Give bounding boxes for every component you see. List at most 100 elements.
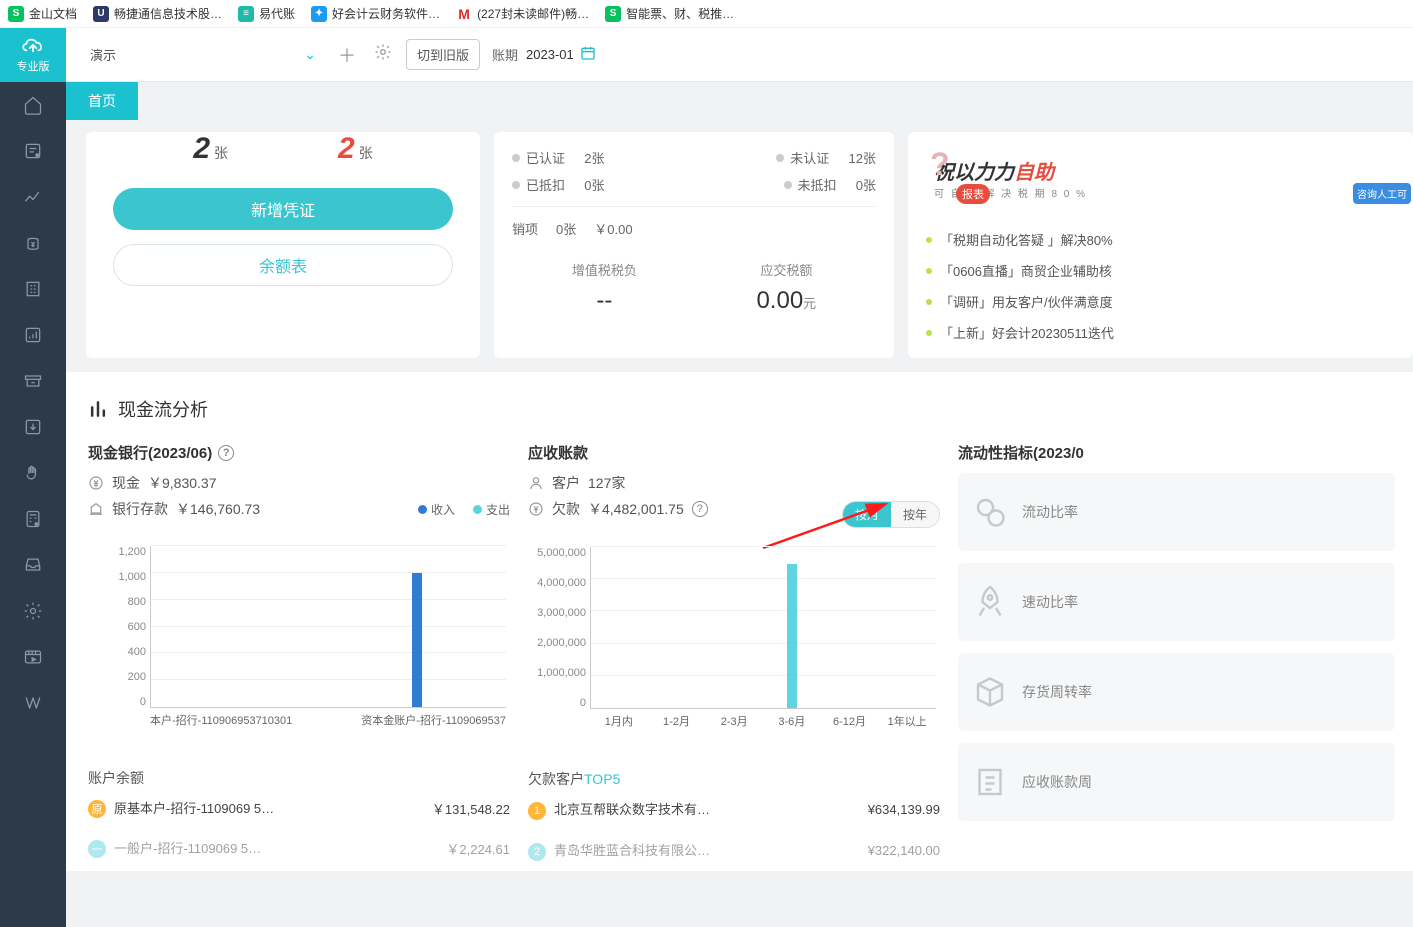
bookmark-item[interactable]: ≡ 易代账 <box>238 5 295 22</box>
news-item[interactable]: 「0606直播」商贸企业辅助核 <box>926 255 1413 286</box>
period-toggle: 按月 按年 <box>842 501 940 528</box>
bookmark-label: 易代账 <box>259 5 295 22</box>
bookmark-item[interactable]: S金山文档 <box>8 5 77 22</box>
y-axis-labels: 1,2001,0008006004002000 <box>88 546 146 708</box>
sidebar-settings[interactable] <box>0 588 66 634</box>
metric-ar-turnover[interactable]: 应收账款周 <box>958 743 1395 821</box>
badge-reports: 报表 <box>956 184 990 204</box>
sidebar-hand[interactable] <box>0 450 66 496</box>
rank-badge: 原 <box>88 800 106 818</box>
bookmark-item[interactable]: U畅捷通信息技术股… <box>93 5 222 22</box>
sidebar-home[interactable] <box>0 82 66 128</box>
rank-badge: 2 <box>528 843 546 861</box>
sidebar-calc[interactable] <box>0 496 66 542</box>
divider <box>512 206 876 207</box>
tax-card: 已认证 2张 未认证 12张 已抵扣 0张 未抵扣 0张 销项 0张 ￥0.00… <box>494 132 894 358</box>
bookmark-icon: S <box>8 6 24 22</box>
news-banner[interactable]: ? 祝以力力自助 可 自 主 解 决 税 期 8 0 % 报表 咨询人工可 <box>926 142 1413 214</box>
account-value: ￥2,224.61 <box>446 839 510 858</box>
bookmark-label: (227封未读邮件)畅… <box>477 5 589 22</box>
box-icon <box>972 674 1008 710</box>
bookmark-icon: ≡ <box>238 6 254 22</box>
calendar-icon[interactable] <box>580 45 596 64</box>
top5-title: 欠款客户TOP5 <box>528 769 940 789</box>
sidebar-report[interactable] <box>0 312 66 358</box>
bookmark-item[interactable]: ✦ 好会计云财务软件… <box>311 5 440 22</box>
x-axis-labels: 1月内1-2月2-3月3-6月6-12月1年以上 <box>590 713 936 729</box>
undeducted-value: 0张 <box>856 175 876 194</box>
add-voucher-button[interactable]: 新增凭证 <box>113 188 453 230</box>
top5-value: ¥322,140.00 <box>868 843 940 858</box>
bookmark-icon: ✦ <box>311 6 327 22</box>
cashbank-chart: 1,2001,0008006004002000 本户-招行-1109069537… <box>88 546 510 746</box>
top5-name: 青岛华胜蓝合科技有限公… <box>554 843 710 858</box>
gear-icon[interactable] <box>374 43 392 66</box>
dot-icon <box>512 181 520 189</box>
top5-name: 北京互帮联众数字技术有… <box>554 802 710 817</box>
deducted-label: 已抵扣 <box>526 175 565 194</box>
metric-inventory-turnover[interactable]: 存货周转率 <box>958 653 1395 731</box>
sidebar-archive[interactable] <box>0 358 66 404</box>
debt-icon <box>528 501 544 517</box>
ar-panel: 应收账款 客户 127家 欠款 ￥4,482,001.75 ? 按月 按年 <box>528 436 958 871</box>
dot-icon <box>512 154 520 162</box>
news-item[interactable]: 「税期自动化答疑 」解决80% <box>926 224 1413 255</box>
metric-quick-ratio[interactable]: 速动比率 <box>958 563 1395 641</box>
vat-value: -- <box>572 287 637 315</box>
toggle-month[interactable]: 按月 <box>843 502 891 527</box>
top5-row[interactable]: 2 青岛华胜蓝合科技有限公… ¥322,140.00 <box>528 830 940 871</box>
help-icon[interactable]: ? <box>692 501 708 517</box>
top5-value: ¥634,139.99 <box>868 802 940 817</box>
top5-row[interactable]: 1 北京互帮联众数字技术有… ¥634,139.99 <box>528 789 940 830</box>
account-row[interactable]: 原原基本户-招行-1109069 5… ￥131,548.22 <box>88 788 510 828</box>
sidebar-building[interactable] <box>0 266 66 312</box>
sidebar-money[interactable] <box>0 220 66 266</box>
bookmark-item[interactable]: S智能票、财、税推… <box>605 5 734 22</box>
sales-label: 销项 <box>512 219 538 238</box>
liquidity-title: 流动性指标(2023/0 <box>958 442 1395 463</box>
sidebar-inbox[interactable] <box>0 542 66 588</box>
undeducted-label: 未抵扣 <box>798 175 837 194</box>
toggle-year[interactable]: 按年 <box>891 502 939 527</box>
sales-amount: ￥0.00 <box>594 219 632 238</box>
sidebar <box>0 82 66 927</box>
logo-text: 专业版 <box>17 58 50 74</box>
balance-sheet-button[interactable]: 余额表 <box>113 244 453 286</box>
news-item[interactable]: 「调研」用友客户/伙伴满意度 <box>926 286 1413 317</box>
bank-value: ￥146,760.73 <box>176 499 260 519</box>
metric-label: 速动比率 <box>1022 592 1078 612</box>
sidebar-voucher[interactable] <box>0 128 66 174</box>
question-icon: ? <box>930 146 950 183</box>
company-select[interactable]: 演示 ⌄ <box>78 38 328 72</box>
period-value: 2023-01 <box>526 47 574 62</box>
bookmark-icon: U <box>93 6 109 22</box>
rank-badge: 1 <box>528 802 546 820</box>
news-item[interactable]: 「上新」好会计20230511迭代 <box>926 317 1413 348</box>
rank-badge: 一 <box>88 840 106 858</box>
ratio-icon <box>972 494 1008 530</box>
voucher-card: 2张 2张 新增凭证 余额表 <box>86 132 480 358</box>
plot-area <box>150 546 506 708</box>
app-logo[interactable]: 专业版 <box>0 28 66 82</box>
customer-value: 127家 <box>588 473 625 493</box>
bookmark-item[interactable]: M (227封未读邮件)畅… <box>456 5 589 22</box>
cashbank-panel: 现金银行(2023/06) ? 现金 ￥9,830.37 银行存款 ￥146,7… <box>88 436 528 871</box>
section-title-text: 现金流分析 <box>118 396 208 422</box>
bookmark-icon: M <box>456 6 472 22</box>
account-row[interactable]: 一一般户-招行-1109069 5… ￥2,224.61 <box>88 828 510 868</box>
metric-current-ratio[interactable]: 流动比率 <box>958 473 1395 551</box>
sidebar-vip[interactable] <box>0 680 66 726</box>
user-icon <box>528 475 544 491</box>
help-icon[interactable]: ? <box>218 445 234 461</box>
sidebar-download[interactable] <box>0 404 66 450</box>
app-header: 专业版 演示 ⌄ ＋ 切到旧版 账期 2023-01 <box>0 28 1413 82</box>
uncertified-label: 未认证 <box>790 148 829 167</box>
tab-home[interactable]: 首页 <box>66 82 138 120</box>
bullet-icon <box>926 237 932 243</box>
plus-icon[interactable]: ＋ <box>338 42 356 68</box>
sidebar-video[interactable] <box>0 634 66 680</box>
metric-label: 存货周转率 <box>1022 682 1092 702</box>
sidebar-chart[interactable] <box>0 174 66 220</box>
old-version-button[interactable]: 切到旧版 <box>406 39 480 70</box>
bookmark-label: 好会计云财务软件… <box>332 5 440 22</box>
